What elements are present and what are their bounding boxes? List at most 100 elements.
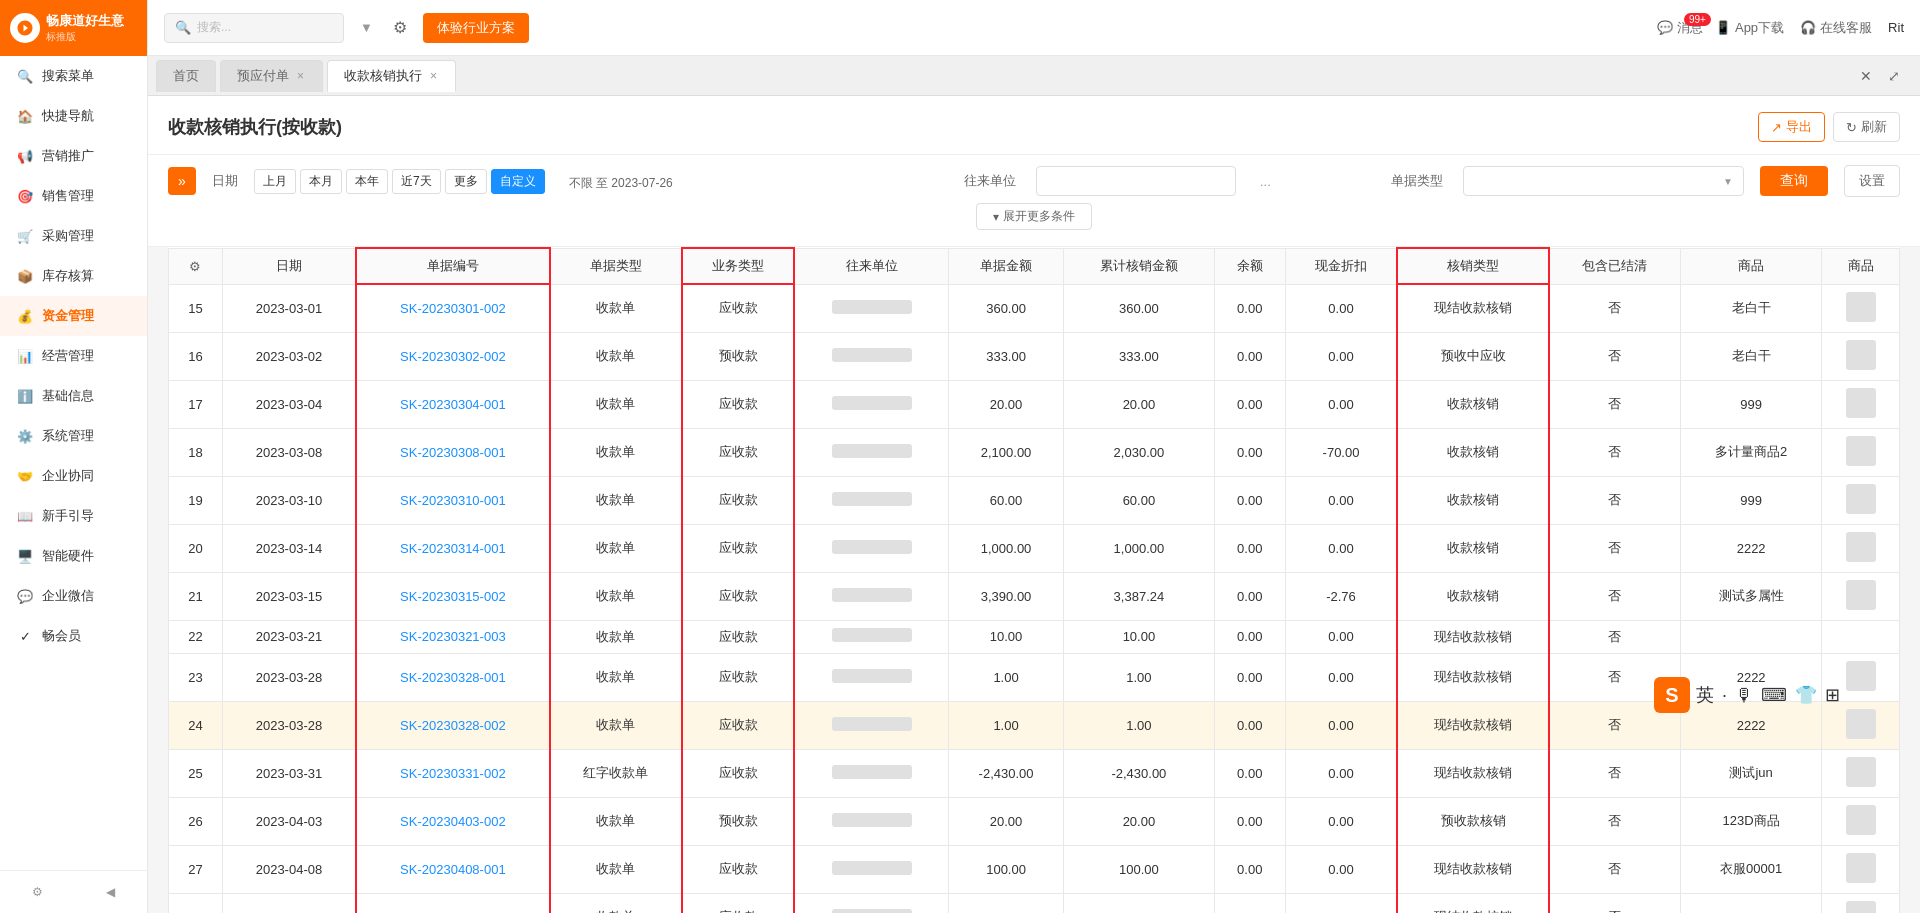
sidebar-item-basic[interactable]: ℹ️ 基础信息 <box>0 376 147 416</box>
sidebar-item-hardware[interactable]: 🖥️ 智能硬件 <box>0 536 147 576</box>
export-button[interactable]: ↗ 导出 <box>1758 112 1825 142</box>
tab-collection[interactable]: 收款核销执行 × <box>327 60 456 92</box>
doc-no-link[interactable]: SK-20230301-002 <box>400 301 506 316</box>
filter-doc-type-select[interactable]: ▼ <box>1463 166 1744 196</box>
sidebar-item-quicknav[interactable]: 🏠 快捷导航 <box>0 96 147 136</box>
cell-cancel-type: 预收款核销 <box>1397 797 1549 845</box>
filter-settings-button[interactable]: 设置 <box>1844 165 1900 197</box>
date-btn-this-month[interactable]: 本月 <box>300 169 342 194</box>
topbar-dropdown-arrow[interactable]: ▼ <box>356 16 377 39</box>
doc-no-link[interactable]: SK-20230310-001 <box>400 493 506 508</box>
doc-no-link[interactable]: SK-20230403-002 <box>400 814 506 829</box>
sidebar-settings-btn[interactable]: ⚙ <box>22 879 53 905</box>
tab-close-all-btn[interactable]: ✕ <box>1856 64 1876 88</box>
cell-cash-discount: 0.00 <box>1285 893 1397 913</box>
col-header-product1: 商品 <box>1680 248 1822 284</box>
cell-doc-type: 收款单 <box>550 380 682 428</box>
col-header-cash-discount: 现金折扣 <box>1285 248 1397 284</box>
tab-payable-close[interactable]: × <box>295 67 306 85</box>
user-name[interactable]: Rit <box>1888 20 1904 35</box>
sidebar-item-member[interactable]: ✓ 畅会员 <box>0 616 147 656</box>
filter-row-1: » 日期 上月 本月 本年 近7天 更多 自定义 不限 至 2023-07-26… <box>168 165 1900 197</box>
table-row: 21 2023-03-15 SK-20230315-002 收款单 应收款 3,… <box>169 572 1900 620</box>
data-table: ⚙ 日期 单据编号 单据类型 业务类型 往来单位 单据金额 累计核销金额 余额 … <box>168 247 1900 913</box>
cell-doc-type: 收款单 <box>550 332 682 380</box>
cell-cash-discount: 0.00 <box>1285 476 1397 524</box>
sidebar-item-search[interactable]: 🔍 搜索菜单 <box>0 56 147 96</box>
doc-no-link[interactable]: SK-20230314-001 <box>400 541 506 556</box>
doc-no-link[interactable]: SK-20230328-002 <box>400 718 506 733</box>
doc-no-link[interactable]: SK-20230304-001 <box>400 397 506 412</box>
date-btn-7days[interactable]: 近7天 <box>392 169 441 194</box>
cell-doc-no: SK-20230328-002 <box>356 701 550 749</box>
cell-product2 <box>1822 380 1900 428</box>
col-header-balance: 余额 <box>1214 248 1285 284</box>
sidebar-item-finance[interactable]: 💰 资金管理 <box>0 296 147 336</box>
cell-num: 19 <box>169 476 223 524</box>
cell-product2 <box>1822 524 1900 572</box>
topbar-message[interactable]: 💬 消息 99+ <box>1657 19 1703 37</box>
cell-doc-type: 收款单 <box>550 284 682 332</box>
tab-expand-btn[interactable]: ⤢ <box>1884 64 1904 88</box>
cell-date: 2023-03-08 <box>222 428 356 476</box>
sidebar-item-inventory[interactable]: 📦 库存核算 <box>0 256 147 296</box>
industry-solution-button[interactable]: 体验行业方案 <box>423 13 529 43</box>
cell-amount: 60.00 <box>948 476 1063 524</box>
tab-home[interactable]: 首页 <box>156 60 216 92</box>
sidebar-item-system[interactable]: ⚙️ 系统管理 <box>0 416 147 456</box>
cell-balance: 0.00 <box>1214 797 1285 845</box>
cell-unit <box>794 284 948 332</box>
sidebar-item-wechat[interactable]: 💬 企业微信 <box>0 576 147 616</box>
doc-no-link[interactable]: SK-20230331-002 <box>400 766 506 781</box>
sidebar-item-guide[interactable]: 📖 新手引导 <box>0 496 147 536</box>
filter-unit-dots[interactable]: ... <box>1252 174 1279 189</box>
doc-no-link[interactable]: SK-20230408-001 <box>400 862 506 877</box>
cell-doc-no: SK-20230308-001 <box>356 428 550 476</box>
sidebar-collapse-btn[interactable]: ◀ <box>96 879 125 905</box>
cell-biz-type: 应收款 <box>682 428 794 476</box>
cell-amount: 333.00 <box>948 332 1063 380</box>
cell-amount: 1.00 <box>948 653 1063 701</box>
app-download-btn[interactable]: 📱 App下载 <box>1715 19 1784 37</box>
doc-no-link[interactable]: SK-20230308-001 <box>400 445 506 460</box>
online-service-btn[interactable]: 🎧 在线客服 <box>1800 19 1872 37</box>
expand-more-button[interactable]: ▾ 展开更多条件 <box>976 203 1092 230</box>
cell-doc-no: SK-20230328-001 <box>356 653 550 701</box>
cell-date: 2023-03-01 <box>222 284 356 332</box>
cell-product1: 老白干 <box>1680 332 1822 380</box>
column-settings-icon[interactable]: ⚙ <box>189 259 201 274</box>
filter-expand-button[interactable]: » <box>168 167 196 195</box>
doc-no-link[interactable]: SK-20230418-001 <box>400 910 506 914</box>
filter-unit-input[interactable] <box>1036 166 1236 196</box>
query-button[interactable]: 查询 <box>1760 166 1828 196</box>
date-btn-custom[interactable]: 自定义 <box>491 169 545 194</box>
date-btn-this-year[interactable]: 本年 <box>346 169 388 194</box>
sidebar-item-operation[interactable]: 📊 经营管理 <box>0 336 147 376</box>
sidebar-item-enterprise[interactable]: 🤝 企业协同 <box>0 456 147 496</box>
col-header-product2: 商品 <box>1822 248 1900 284</box>
cell-num: 23 <box>169 653 223 701</box>
doc-no-link[interactable]: SK-20230328-001 <box>400 670 506 685</box>
tab-collection-close[interactable]: × <box>428 67 439 85</box>
cell-amount: 3,390.00 <box>948 572 1063 620</box>
sidebar-item-purchase[interactable]: 🛒 采购管理 <box>0 216 147 256</box>
cell-cash-discount: 0.00 <box>1285 284 1397 332</box>
table-row: 26 2023-04-03 SK-20230403-002 收款单 预收款 20… <box>169 797 1900 845</box>
table-row: 18 2023-03-08 SK-20230308-001 收款单 应收款 2,… <box>169 428 1900 476</box>
doc-no-link[interactable]: SK-20230315-002 <box>400 589 506 604</box>
cell-date: 2023-03-31 <box>222 749 356 797</box>
doc-no-link[interactable]: SK-20230321-003 <box>400 629 506 644</box>
sidebar-item-sales[interactable]: 🎯 销售管理 <box>0 176 147 216</box>
date-btn-more[interactable]: 更多 <box>445 169 487 194</box>
refresh-icon: ↻ <box>1846 120 1857 135</box>
doc-no-link[interactable]: SK-20230302-002 <box>400 349 506 364</box>
col-header-settings[interactable]: ⚙ <box>169 248 223 284</box>
refresh-button[interactable]: ↻ 刷新 <box>1833 112 1900 142</box>
date-btn-last-month[interactable]: 上月 <box>254 169 296 194</box>
topbar-search[interactable]: 🔍 搜索... <box>164 13 344 43</box>
marketing-icon: 📢 <box>16 147 34 165</box>
tab-payable[interactable]: 预应付单 × <box>220 60 323 92</box>
cell-doc-type: 收款单 <box>550 797 682 845</box>
sidebar-item-marketing[interactable]: 📢 营销推广 <box>0 136 147 176</box>
topbar-gear-icon[interactable]: ⚙ <box>389 14 411 41</box>
